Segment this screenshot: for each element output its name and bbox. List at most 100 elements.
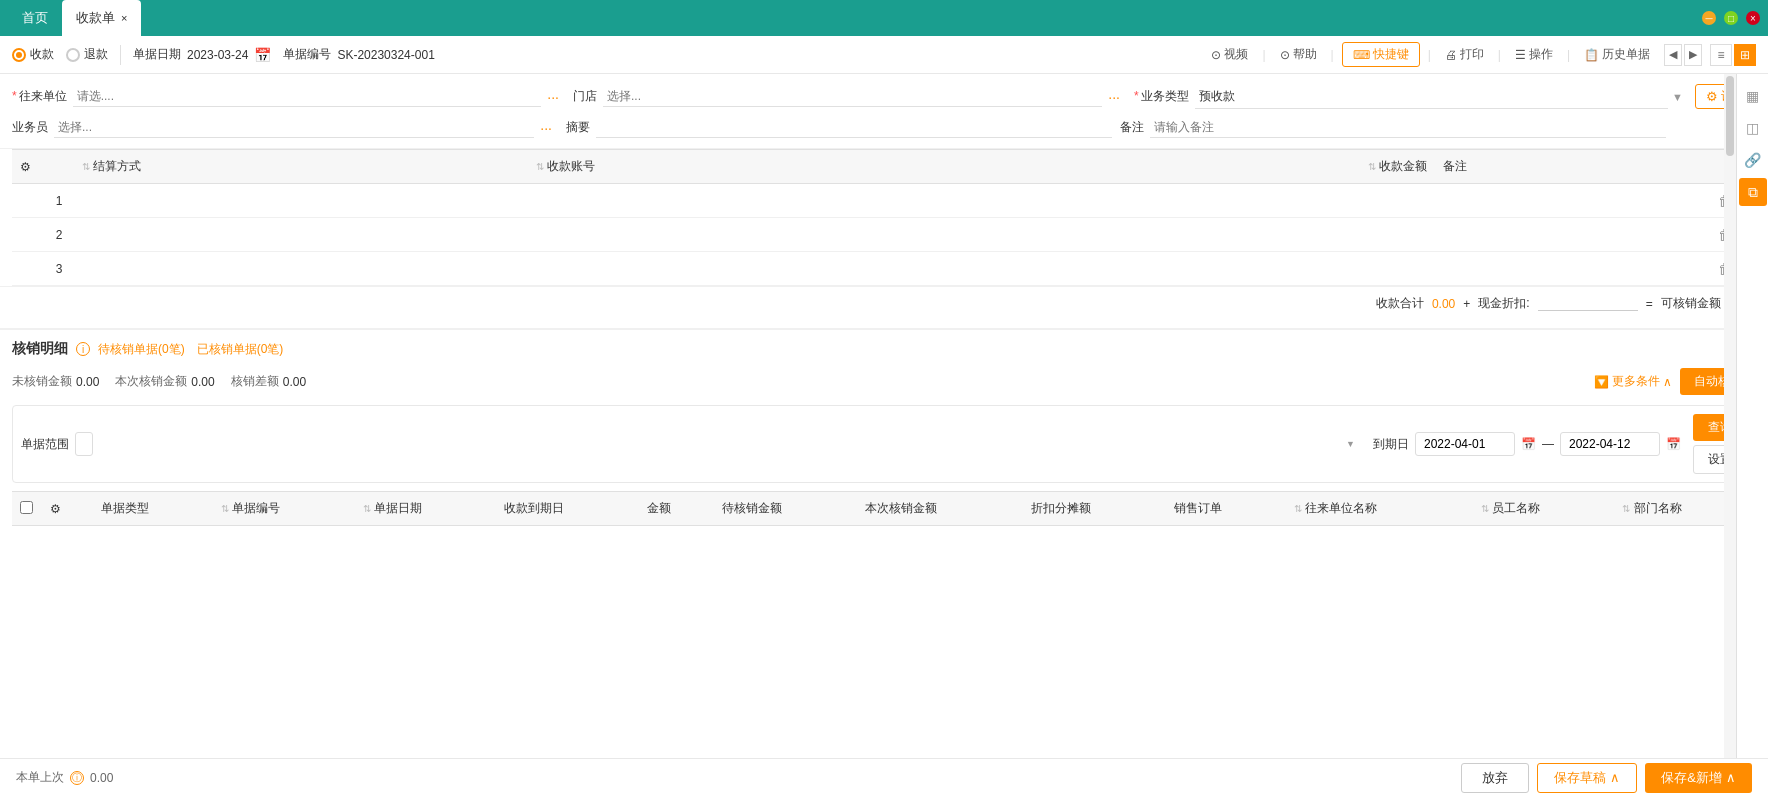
grid-view-btn[interactable]: ⊞ xyxy=(1734,44,1756,66)
nav-home[interactable]: 首页 xyxy=(8,0,62,36)
btcol-staff-label: 员工名称 xyxy=(1492,501,1540,515)
row-account-1[interactable] xyxy=(528,184,982,218)
view-buttons: ≡ ⊞ xyxy=(1710,44,1756,66)
nav-next[interactable]: ▶ xyxy=(1684,44,1702,66)
doc-date-value: 2023-03-24 xyxy=(187,48,248,62)
row-amount-3[interactable] xyxy=(981,252,1435,286)
scroll-thumb xyxy=(1726,76,1734,156)
doc-range-select[interactable] xyxy=(75,432,93,456)
row-remark-2[interactable] xyxy=(1435,218,1676,252)
bottom-table-header: ⚙ 单据类型 ⇅ 单据编号 ⇅ 单据日期 收款到期日 xyxy=(12,492,1756,526)
row-settlement-2[interactable] xyxy=(74,218,528,252)
calendar-icon[interactable]: 📅 xyxy=(254,47,271,63)
doc-num-label: 单据编号 xyxy=(283,46,331,63)
radio-receive[interactable]: 收款 xyxy=(12,46,54,63)
due-date-from[interactable] xyxy=(1415,432,1515,456)
btcol-amount-label: 金额 xyxy=(647,501,671,515)
history-button[interactable]: 📋 历史单据 xyxy=(1578,44,1656,65)
staff-input[interactable] xyxy=(54,117,534,138)
row-amount-2[interactable] xyxy=(981,218,1435,252)
sort-icon-1: ⇅ xyxy=(82,161,90,172)
right-panel: ▦ ◫ 🔗 ⧉ xyxy=(1736,74,1768,758)
nav-receipt[interactable]: 收款单 × xyxy=(62,0,141,36)
biz-type-dropdown: 预收款 ▼ xyxy=(1195,85,1687,109)
due-date-label: 到期日 xyxy=(1373,436,1409,453)
col-gear[interactable]: ⚙ xyxy=(12,150,44,184)
row-gear-3 xyxy=(12,252,44,286)
panel-icon-4[interactable]: ⧉ xyxy=(1739,178,1767,206)
counterparty-field: 往来单位 ··· xyxy=(12,86,565,107)
panel-icon-3[interactable]: 🔗 xyxy=(1739,146,1767,174)
pending-tab[interactable]: 待核销单据(0笔) xyxy=(98,341,185,358)
row-num-3: 3 xyxy=(44,252,74,286)
print-button[interactable]: 🖨 打印 xyxy=(1439,44,1490,65)
table-container: ⚙ ⇅ 结算方式 ⇅ 收款账号 ⇅ 收款金额 xyxy=(0,149,1768,286)
row-settlement-1[interactable] xyxy=(74,184,528,218)
radio-refund[interactable]: 退款 xyxy=(66,46,108,63)
shortcut-button[interactable]: ⌨ 快捷键 xyxy=(1342,42,1420,67)
btcol-gear[interactable]: ⚙ xyxy=(42,492,93,526)
col-remark-label: 备注 xyxy=(1443,159,1467,173)
row-remark-1[interactable] xyxy=(1435,184,1676,218)
store-more-btn[interactable]: ··· xyxy=(1102,89,1126,105)
remark-input[interactable] xyxy=(1150,117,1666,138)
unverified-label: 未核销金额 xyxy=(12,373,72,390)
nav-prev[interactable]: ◀ xyxy=(1664,44,1682,66)
staff-more-btn[interactable]: ··· xyxy=(534,120,558,136)
store-input[interactable] xyxy=(603,86,1102,107)
close-tab-icon[interactable]: × xyxy=(121,12,127,24)
btcol-counterparty: ⇅ 往来单位名称 xyxy=(1286,492,1473,526)
select-all-checkbox[interactable] xyxy=(20,501,33,514)
verify-title-row: 核销明细 i 待核销单据(0笔) 已核销单据(0笔) xyxy=(12,340,1756,358)
btcol-discount: 折扣分摊额 xyxy=(1023,492,1166,526)
video-button[interactable]: ⊙ 视频 xyxy=(1205,44,1254,65)
close-button[interactable]: × xyxy=(1746,11,1760,25)
sep1: | xyxy=(1262,48,1265,62)
due-date-field: 到期日 📅 — 📅 xyxy=(1373,432,1681,456)
receipt-label: 收款单 xyxy=(76,9,115,27)
main-form-area: 往来单位 ··· 门店 ··· 业务类型 预收款 ▼ ⚙ 设置 xyxy=(0,74,1768,758)
minimize-button[interactable]: ─ xyxy=(1702,11,1716,25)
history-icon: 📋 xyxy=(1584,48,1599,62)
plus-sign: + xyxy=(1463,297,1470,311)
maximize-button[interactable]: □ xyxy=(1724,11,1738,25)
btcol-pending-label: 待核销金额 xyxy=(722,501,782,515)
row-remark-3[interactable] xyxy=(1435,252,1676,286)
verify-title: 核销明细 xyxy=(12,340,68,358)
counterparty-more-btn[interactable]: ··· xyxy=(541,89,565,105)
summary-input[interactable] xyxy=(596,117,1112,138)
verify-info-icon[interactable]: i xyxy=(76,342,90,356)
discount-input[interactable] xyxy=(1538,296,1638,311)
calendar-from-icon[interactable]: 📅 xyxy=(1521,437,1536,451)
total-label: 收款合计 xyxy=(1376,295,1424,312)
doc-num-field: 单据编号 SK-20230324-001 xyxy=(283,46,434,63)
date-separator: — xyxy=(1542,437,1554,451)
sort-icon-3: ⇅ xyxy=(1368,161,1376,172)
calendar-to-icon[interactable]: 📅 xyxy=(1666,437,1681,451)
counterparty-input[interactable] xyxy=(73,86,542,107)
panel-icon-1[interactable]: ▦ xyxy=(1739,82,1767,110)
row-settlement-3[interactable] xyxy=(74,252,528,286)
sep3: | xyxy=(1428,48,1431,62)
panel-icon-2[interactable]: ◫ xyxy=(1739,114,1767,142)
help-button[interactable]: ⊙ 帮助 xyxy=(1274,44,1323,65)
verified-tab[interactable]: 已核销单据(0笔) xyxy=(197,341,284,358)
staff-field: 业务员 ··· xyxy=(12,117,558,138)
operate-button[interactable]: ☰ 操作 xyxy=(1509,44,1559,65)
btcol-doc-num: ⇅ 单据编号 xyxy=(213,492,355,526)
biz-type-arrow[interactable]: ▼ xyxy=(1668,91,1687,103)
shortcut-icon: ⌨ xyxy=(1353,48,1370,62)
verify-stats: 未核销金额 0.00 本次核销金额 0.00 核销差额 0.00 🔽 更多条件 … xyxy=(12,368,1756,395)
row-amount-1[interactable] xyxy=(981,184,1435,218)
home-label: 首页 xyxy=(22,9,48,27)
radio-circle-receive xyxy=(12,48,26,62)
row-num-1: 1 xyxy=(44,184,74,218)
list-view-btn[interactable]: ≡ xyxy=(1710,44,1732,66)
more-conditions-btn[interactable]: 🔽 更多条件 ∧ xyxy=(1594,373,1672,390)
scrollbar[interactable] xyxy=(1724,74,1736,758)
due-date-to[interactable] xyxy=(1560,432,1660,456)
row-account-2[interactable] xyxy=(528,218,982,252)
doc-date-label: 单据日期 xyxy=(133,46,181,63)
btcol-doc-date-label: 单据日期 xyxy=(374,501,422,515)
row-account-3[interactable] xyxy=(528,252,982,286)
